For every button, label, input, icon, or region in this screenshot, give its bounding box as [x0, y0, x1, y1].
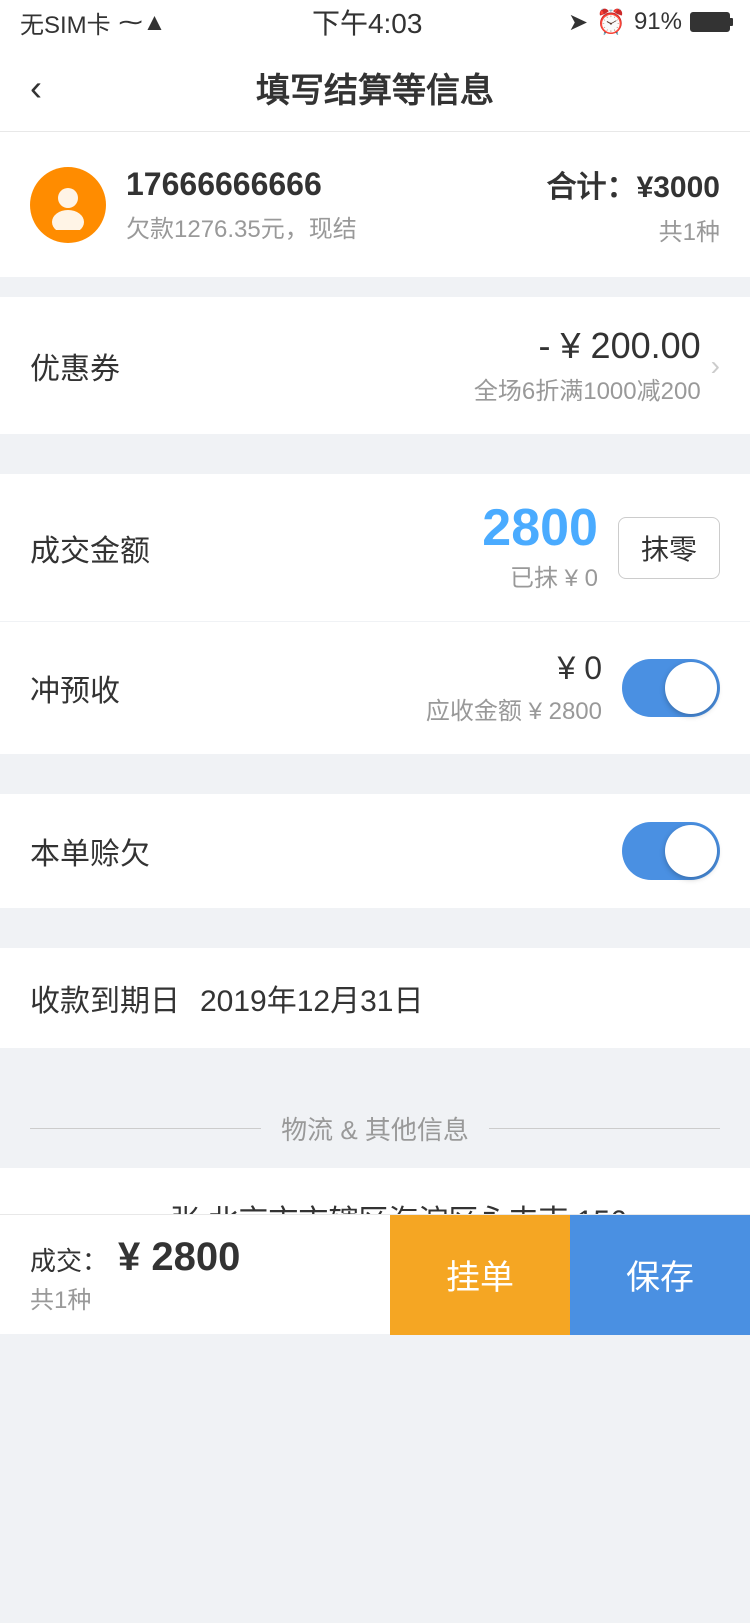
wifi-icon: ⁓▲ [119, 8, 167, 37]
coupon-label: 优惠券 [30, 344, 120, 388]
location-icon: ➤ [568, 8, 588, 37]
coupon-arrow-icon: › [711, 350, 720, 382]
save-button[interactable]: 保存 [570, 1215, 750, 1335]
total-amount: 合计：¥3000 [547, 162, 720, 206]
bottom-summary: 成交： ¥ 2800 共1种 [0, 1235, 390, 1315]
round-button[interactable]: 抹零 [618, 517, 720, 579]
customer-left: 17666666666 欠款1276.35元，现结 [30, 166, 357, 244]
logistics-label: 物流 & 其他信息 [281, 1110, 469, 1147]
prereceive-right: ¥ 0 应收金额 ¥ 2800 [426, 650, 720, 726]
amount-value-group: 2800 已抹 ¥ 0 [482, 502, 598, 593]
bottom-summary-top: 成交： ¥ 2800 [30, 1235, 360, 1280]
coupon-right: - ¥ 200.00 全场6折满1000减200 › [474, 325, 720, 406]
amount-row: 成交金额 2800 已抹 ¥ 0 抹零 [0, 474, 750, 622]
divider-2 [0, 774, 750, 794]
bottom-bar: 成交： ¥ 2800 共1种 挂单 保存 [0, 1214, 750, 1334]
prereceive-row: 冲预收 ¥ 0 应收金额 ¥ 2800 [0, 622, 750, 754]
amount-label: 成交金额 [30, 526, 150, 570]
coupon-desc: 全场6折满1000减200 [474, 371, 701, 406]
prereceive-label: 冲预收 [30, 666, 120, 710]
duedate-label: 收款到期日 [30, 976, 180, 1020]
credit-row: 本单赊欠 [0, 794, 750, 908]
divider-line-right [489, 1128, 720, 1129]
bottom-deal-label: 成交： [30, 1241, 108, 1278]
amount-right: 2800 已抹 ¥ 0 抹零 [482, 502, 720, 593]
divider-3 [0, 928, 750, 948]
transaction-section: 成交金额 2800 已抹 ¥ 0 抹零 冲预收 ¥ 0 应收金额 ¥ 2800 [0, 474, 750, 754]
customer-debt: 欠款1276.35元，现结 [126, 209, 357, 244]
credit-toggle[interactable] [622, 822, 720, 880]
divider-line-left [30, 1128, 261, 1129]
prereceive-sub: 应收金额 ¥ 2800 [426, 691, 602, 726]
coupon-value-group: - ¥ 200.00 全场6折满1000减200 [474, 325, 701, 406]
credit-label: 本单赊欠 [30, 829, 150, 873]
nav-bar: ‹ 填写结算等信息 [0, 44, 750, 132]
pending-button[interactable]: 挂单 [390, 1215, 570, 1335]
battery-icon [690, 12, 730, 32]
toggle-knob [665, 662, 717, 714]
prereceive-value-group: ¥ 0 应收金额 ¥ 2800 [426, 650, 602, 726]
amount-sub: 已抹 ¥ 0 [510, 558, 598, 593]
coupon-section: 优惠券 - ¥ 200.00 全场6折满1000减200 › [0, 297, 750, 434]
credit-toggle-knob [665, 825, 717, 877]
amount-value: 2800 [482, 502, 598, 554]
status-left: 无SIM卡 ⁓▲ [20, 5, 166, 40]
duedate-section: 收款到期日 2019年12月31日 [0, 948, 750, 1048]
bottom-deal-count: 共1种 [30, 1280, 360, 1315]
bottom-deal-amount: ¥ 2800 [118, 1235, 240, 1280]
customer-info: 17666666666 欠款1276.35元，现结 [126, 166, 357, 244]
duedate-row: 收款到期日 2019年12月31日 [0, 948, 750, 1048]
customer-phone: 17666666666 [126, 166, 357, 203]
page-title: 填写结算等信息 [256, 63, 494, 112]
logistics-divider: 物流 & 其他信息 [0, 1088, 750, 1168]
carrier-text: 无SIM卡 [20, 5, 111, 40]
status-right: ➤ ⏰ 91% [568, 8, 730, 37]
coupon-amount: - ¥ 200.00 [539, 325, 701, 367]
credit-section: 本单赊欠 [0, 794, 750, 908]
duedate-value: 2019年12月31日 [200, 976, 423, 1020]
prereceive-toggle[interactable] [622, 659, 720, 717]
customer-total: 合计：¥3000 共1种 [547, 162, 720, 247]
avatar [30, 167, 106, 243]
customer-card: 17666666666 欠款1276.35元，现结 合计：¥3000 共1种 [0, 132, 750, 277]
alarm-icon: ⏰ [596, 8, 626, 37]
divider-1 [0, 454, 750, 474]
status-bar: 无SIM卡 ⁓▲ 下午4:03 ➤ ⏰ 91% [0, 0, 750, 44]
divider-4 [0, 1068, 750, 1088]
coupon-row[interactable]: 优惠券 - ¥ 200.00 全场6折满1000减200 › [0, 297, 750, 434]
status-time: 下午4:03 [312, 2, 423, 42]
prereceive-value: ¥ 0 [558, 650, 602, 687]
battery-text: 91% [634, 8, 682, 36]
back-button[interactable]: ‹ [30, 67, 42, 109]
total-count: 共1种 [547, 212, 720, 247]
